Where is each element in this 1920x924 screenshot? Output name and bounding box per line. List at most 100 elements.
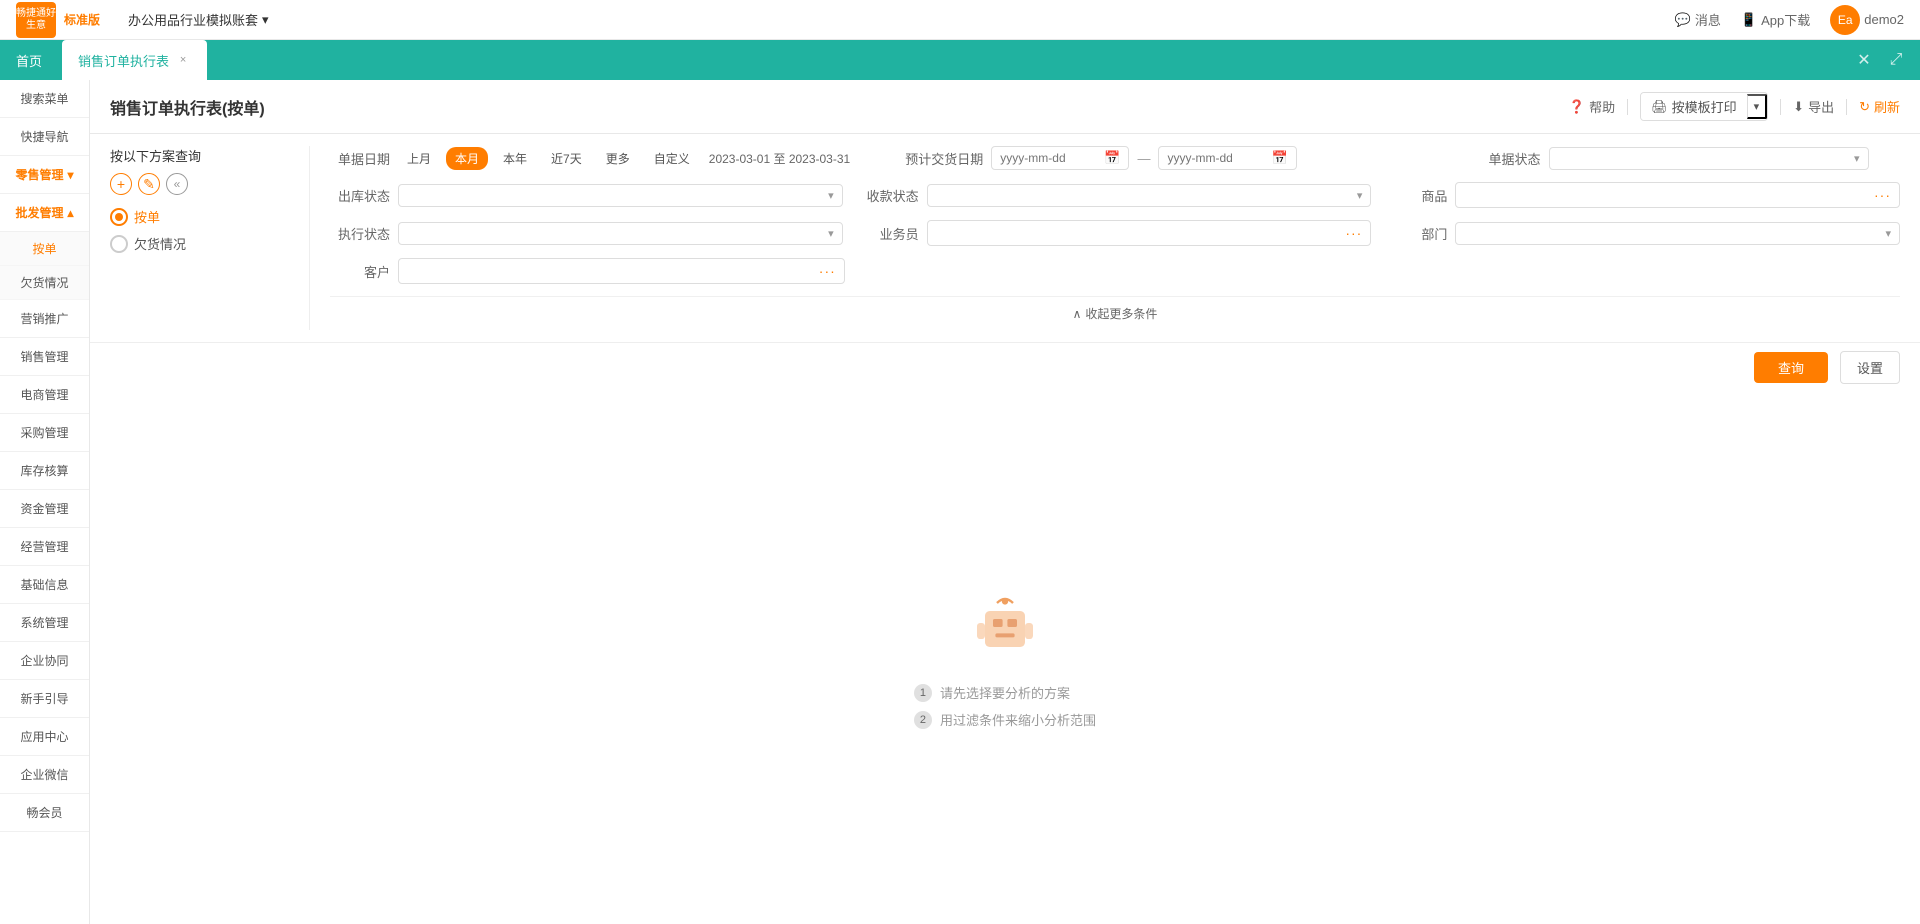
customer-dots[interactable]: ··· <box>819 263 836 279</box>
tab-bar: 首页 销售订单执行表 × ✕ ⤢ <box>0 40 1920 80</box>
export-btn[interactable]: ⬇ 导出 <box>1793 97 1834 116</box>
filter-customer: 客户 ··· <box>330 258 845 284</box>
sidebar-operations-label: 经营管理 <box>20 540 68 554</box>
sidebar-item-operations[interactable]: 经营管理 <box>0 528 89 566</box>
date-sep: — <box>1137 151 1150 166</box>
sidebar-app-center-label: 应用中心 <box>20 730 68 744</box>
company-sub-label: 标准版 <box>64 11 100 28</box>
edit-scheme-btn[interactable]: ✎ <box>138 173 160 195</box>
sidebar-purchase-label: 采购管理 <box>20 426 68 440</box>
print-arrow-btn[interactable]: ▾ <box>1747 94 1768 119</box>
shipment-status-label: 出库状态 <box>330 186 390 205</box>
sidebar-item-sales-mgmt[interactable]: 销售管理 <box>0 338 89 376</box>
logo: 畅捷通好生意 <box>16 2 56 38</box>
main-layout: 搜索菜单 快捷导航 零售管理 ▾ 批发管理 ▴ 按单 欠货情况 营销推广 销售管… <box>0 80 1920 924</box>
sidebar-order-label: 按单 <box>32 242 56 256</box>
sidebar-item-new-guide[interactable]: 新手引导 <box>0 680 89 718</box>
date-more-btn[interactable]: 更多 <box>597 147 639 170</box>
salesperson-select[interactable]: ··· <box>927 220 1372 246</box>
forecast-to-input[interactable] <box>1167 151 1267 165</box>
goods-label: 商品 <box>1387 186 1447 205</box>
sidebar-item-basic-info[interactable]: 基础信息 <box>0 566 89 604</box>
add-scheme-btn[interactable]: + <box>110 173 132 195</box>
collapse-more-btn[interactable]: ∧ 收起更多条件 <box>1073 305 1158 322</box>
goods-dots[interactable]: ··· <box>1874 187 1891 203</box>
sidebar-item-system-mgmt[interactable]: 系统管理 <box>0 604 89 642</box>
sidebar-item-finance[interactable]: 资金管理 <box>0 490 89 528</box>
app-download-label: App下载 <box>1761 10 1810 29</box>
shipment-status-select[interactable]: ▾ <box>398 184 843 207</box>
collapse-scheme-btn[interactable]: « <box>166 173 188 195</box>
help-btn[interactable]: ❓ 帮助 <box>1569 97 1615 116</box>
retail-expand-icon: ▾ <box>67 168 73 182</box>
department-select[interactable]: ▾ <box>1455 222 1900 245</box>
sidebar-item-ecommerce[interactable]: 电商管理 <box>0 376 89 414</box>
date-7days-btn[interactable]: 近7天 <box>542 147 591 170</box>
app-download-btn[interactable]: 📱 App下载 <box>1741 10 1810 29</box>
filter-department: 部门 ▾ <box>1387 222 1900 245</box>
print-btn[interactable]: 🖨 按模板打印 <box>1641 93 1747 120</box>
sidebar-sales-mgmt-label: 销售管理 <box>20 350 68 364</box>
refresh-icon: ↻ <box>1859 99 1870 115</box>
forecast-date-to[interactable]: 📅 <box>1158 146 1296 170</box>
filter-row-1: 单据日期 上月 本月 本年 近7天 更多 自定义 2023-03-01 至 20… <box>330 146 1900 170</box>
sidebar-item-inventory[interactable]: 库存核算 <box>0 452 89 490</box>
refresh-btn[interactable]: ↻ 刷新 <box>1859 97 1900 116</box>
sidebar-item-enterprise[interactable]: 企业协同 <box>0 642 89 680</box>
page-header: 销售订单执行表(按单) ❓ 帮助 🖨 按模板打印 ▾ ⬇ 导出 <box>90 80 1920 134</box>
content-area: 销售订单执行表(按单) ❓ 帮助 🖨 按模板打印 ▾ ⬇ 导出 <box>90 80 1920 924</box>
filter-doc-status: 单据状态 ▾ <box>1481 147 1900 170</box>
sidebar-item-search-menu[interactable]: 搜索菜单 <box>0 80 89 118</box>
company-info: 标准版 <box>64 11 100 28</box>
sidebar-item-vip[interactable]: 畅会员 <box>0 794 89 832</box>
sidebar-item-app-center[interactable]: 应用中心 <box>0 718 89 756</box>
exec-status-select[interactable]: ▾ <box>398 222 843 245</box>
sidebar-item-purchase[interactable]: 采购管理 <box>0 414 89 452</box>
tip-text-1: 请先选择要分析的方案 <box>940 683 1070 702</box>
goods-select[interactable]: ··· <box>1455 182 1900 208</box>
scheme-item-debt[interactable]: 欠货情况 <box>110 230 297 257</box>
tab-close-icon[interactable]: × <box>175 52 191 68</box>
tab-close-all-btn[interactable]: ✕ <box>1852 48 1876 72</box>
industry-selector[interactable]: 办公用品行业模拟账套 ▾ <box>128 10 269 29</box>
customer-select[interactable]: ··· <box>398 258 845 284</box>
tab-sales-order[interactable]: 销售订单执行表 × <box>62 40 207 80</box>
sidebar-item-order[interactable]: 按单 <box>0 232 89 266</box>
date-this-year-btn[interactable]: 本年 <box>494 147 536 170</box>
tip-num-2: 2 <box>914 711 932 729</box>
sidebar-ecommerce-label: 电商管理 <box>20 388 68 402</box>
date-custom-btn[interactable]: 自定义 <box>645 147 699 170</box>
settings-btn[interactable]: 设置 <box>1840 351 1900 384</box>
salesperson-dots[interactable]: ··· <box>1345 225 1362 241</box>
payment-status-select[interactable]: ▾ <box>927 184 1372 207</box>
tab-maximize-btn[interactable]: ⤢ <box>1884 48 1908 72</box>
doc-status-select[interactable]: ▾ <box>1549 147 1869 170</box>
doc-status-caret: ▾ <box>1854 152 1860 165</box>
sidebar-item-wholesale-mgmt[interactable]: 批发管理 ▴ <box>0 194 89 232</box>
date-last-month-btn[interactable]: 上月 <box>398 147 440 170</box>
query-btn[interactable]: 查询 <box>1754 352 1828 383</box>
tab-home[interactable]: 首页 <box>0 40 58 80</box>
collapse-up-icon: ∧ <box>1073 307 1082 321</box>
department-caret: ▾ <box>1885 227 1891 240</box>
user-name: demo2 <box>1864 12 1904 27</box>
tip-text-2: 用过滤条件来缩小分析范围 <box>940 710 1096 729</box>
sidebar-item-retail-mgmt[interactable]: 零售管理 ▾ <box>0 156 89 194</box>
sidebar-item-marketing[interactable]: 营销推广 <box>0 300 89 338</box>
refresh-label: 刷新 <box>1874 97 1900 116</box>
sidebar-item-corp-wechat[interactable]: 企业微信 <box>0 756 89 794</box>
empty-tip-1: 1 请先选择要分析的方案 <box>914 683 1096 702</box>
scheme-item-order[interactable]: 按单 <box>110 203 297 230</box>
message-btn[interactable]: 💬 消息 <box>1675 10 1721 29</box>
date-this-month-btn[interactable]: 本月 <box>446 147 488 170</box>
logo-text: 畅捷通好生意 <box>16 8 56 32</box>
filter-payment-status: 收款状态 ▾ <box>859 184 1372 207</box>
sidebar-vip-label: 畅会员 <box>26 806 62 820</box>
forecast-date-from[interactable]: 📅 <box>991 146 1129 170</box>
sidebar-item-debt[interactable]: 欠货情况 <box>0 266 89 300</box>
scheme-dot <box>115 213 123 221</box>
empty-tip-2: 2 用过滤条件来缩小分析范围 <box>914 710 1096 729</box>
user-menu[interactable]: Ea demo2 <box>1830 5 1904 35</box>
forecast-from-input[interactable] <box>1000 151 1100 165</box>
sidebar-item-quick-nav[interactable]: 快捷导航 <box>0 118 89 156</box>
